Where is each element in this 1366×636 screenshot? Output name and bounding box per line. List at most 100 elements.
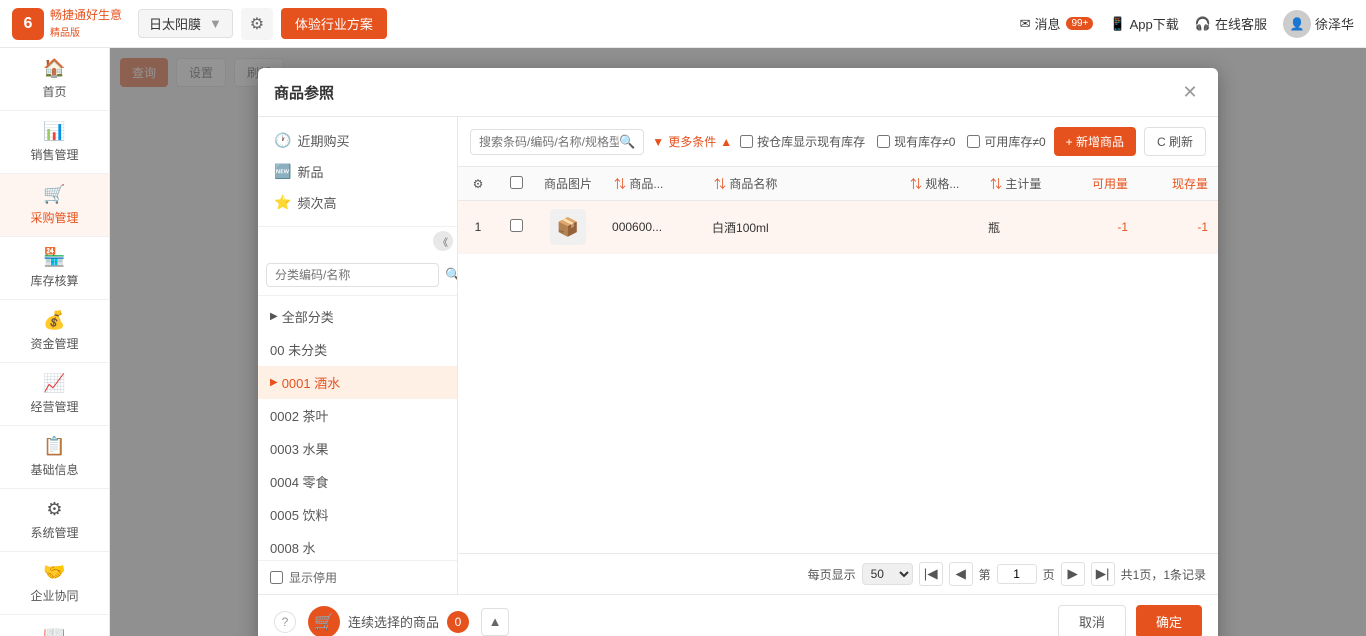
gear-icon: ⚙ — [250, 14, 264, 34]
filter-stock-neq0-cb[interactable] — [877, 135, 890, 148]
category-search-input[interactable] — [266, 263, 439, 287]
sidebar-item-system[interactable]: ⚙ 系统管理 — [0, 489, 109, 552]
page-size-select[interactable]: 20 50 100 — [862, 563, 913, 585]
checkbox-column-header — [498, 167, 534, 201]
help-icon-btn[interactable]: ? — [274, 611, 296, 633]
collapse-footer-btn[interactable]: ▲ — [481, 608, 509, 636]
page-size-label: 每页显示 — [808, 566, 856, 583]
mobile-icon: 📱 — [1109, 16, 1125, 32]
add-product-button[interactable]: + 新增商品 — [1054, 127, 1136, 156]
cart-icon: 🛒 — [308, 606, 340, 636]
sidebar-item-basics[interactable]: 📋 基础信息 — [0, 426, 109, 489]
new-products-label: 新品 — [297, 162, 323, 181]
modal-dialog: 商品参照 ✕ 🕐 近期购买 — [258, 68, 1218, 636]
unit-column-header[interactable]: ⇅ 主计量 — [978, 167, 1058, 201]
sidebar: 🏠 首页 📊 销售管理 🛒 采购管理 🏪 库存核算 💰 资金管理 📈 经营管理 … — [0, 48, 110, 636]
category-search-icon[interactable]: 🔍 — [445, 267, 458, 283]
gear-button[interactable]: ⚙ — [241, 8, 273, 40]
clock-icon: 🕐 — [274, 132, 291, 149]
message-label: 消息 — [1034, 14, 1060, 33]
basics-icon: 📋 — [43, 436, 65, 457]
name-column-header[interactable]: ⇅ 商品名称 — [702, 167, 898, 201]
cat-item-0001[interactable]: ▶ 0001 酒水 — [258, 366, 457, 399]
sidebar-label-basics: 基础信息 — [30, 461, 78, 478]
operations-icon: 📈 — [43, 373, 65, 394]
cancel-button[interactable]: 取消 — [1058, 605, 1126, 636]
row-avail-cell: -1 — [1058, 201, 1138, 254]
table-header-row: ⚙ 商品图片 ⇅ — [458, 167, 1218, 201]
trial-button[interactable]: 体验行业方案 — [281, 8, 387, 39]
message-btn[interactable]: ✉ 消息 99+ — [1020, 14, 1094, 33]
table-row[interactable]: 1 📦 000600... — [458, 201, 1218, 254]
cat-item-0005[interactable]: 0005 饮料 — [258, 498, 457, 531]
recent-purchase-btn[interactable]: 🕐 近期购买 — [266, 125, 449, 156]
product-table: ⚙ 商品图片 ⇅ — [458, 167, 1218, 254]
last-page-btn[interactable]: ▶| — [1091, 562, 1115, 586]
sidebar-label-finance: 资金管理 — [30, 335, 78, 352]
table-body: 1 📦 000600... — [458, 201, 1218, 254]
filter-more-btn[interactable]: ▼ 更多条件 ▲ — [652, 133, 732, 150]
modal-header: 商品参照 ✕ — [258, 68, 1218, 117]
sidebar-item-home[interactable]: 🏠 首页 — [0, 48, 109, 111]
row-checkbox-cell[interactable] — [498, 201, 534, 254]
category-search-area: 🔍 — [258, 255, 457, 296]
chevron-up-footer-icon: ▲ — [489, 614, 502, 629]
row-checkbox[interactable] — [510, 219, 523, 232]
pagination: 每页显示 20 50 100 |◀ ◀ 第 页 ▶ — [458, 553, 1218, 594]
filter-option-1[interactable]: 按仓库显示现有库存 — [740, 133, 865, 150]
sidebar-item-guide[interactable]: 📖 新手引导 — [0, 615, 109, 636]
sidebar-item-sales[interactable]: 📊 销售管理 — [0, 111, 109, 174]
frequent-label: 频次高 — [297, 193, 336, 212]
show-disabled-label[interactable]: 显示停用 — [289, 569, 337, 586]
filter-avail-neq0-cb[interactable] — [967, 135, 980, 148]
cart-count: 0 — [447, 611, 469, 633]
cat-item-0004[interactable]: 0004 零食 — [258, 465, 457, 498]
cat-item-0005-label: 0005 饮料 — [270, 505, 329, 524]
stock-col-label: 现存量 — [1172, 177, 1208, 191]
frequent-btn[interactable]: ⭐ 频次高 — [266, 187, 449, 218]
filter-warehouse-cb[interactable] — [740, 135, 753, 148]
product-search-icon[interactable]: 🔍 — [619, 134, 635, 150]
first-page-btn[interactable]: |◀ — [919, 562, 943, 586]
new-products-btn[interactable]: 🆕 新品 — [266, 156, 449, 187]
service-btn[interactable]: 🎧 在线客服 — [1195, 14, 1267, 33]
sidebar-item-finance[interactable]: 💰 资金管理 — [0, 300, 109, 363]
confirm-button[interactable]: 确定 — [1136, 605, 1202, 636]
settings-column-header[interactable]: ⚙ — [458, 167, 498, 201]
cat-item-all[interactable]: ▶ 全部分类 — [258, 300, 457, 333]
filter-option-3[interactable]: 可用库存≠0 — [967, 133, 1045, 150]
cat-item-00[interactable]: 00 未分类 — [258, 333, 457, 366]
sidebar-item-inventory[interactable]: 🏪 库存核算 — [0, 237, 109, 300]
prev-page-btn[interactable]: ◀ — [949, 562, 973, 586]
page-number-input[interactable] — [997, 564, 1037, 584]
spec-col-label: 规格... — [925, 177, 959, 191]
row-unit-cell: 瓶 — [978, 201, 1058, 254]
product-image: 📦 — [550, 209, 586, 245]
finance-icon: 💰 — [43, 310, 65, 331]
modal-close-button[interactable]: ✕ — [1178, 80, 1202, 104]
filter-stock-neq0-label: 现有库存≠0 — [894, 133, 955, 150]
home-icon: 🏠 — [43, 58, 65, 79]
store-selector[interactable]: 日太阳膜 ▼ — [138, 9, 233, 38]
cat-item-0003[interactable]: 0003 水果 — [258, 432, 457, 465]
refresh-button[interactable]: C 刷新 — [1144, 127, 1206, 156]
select-all-checkbox[interactable] — [510, 176, 523, 189]
code-column-header[interactable]: ⇅ 商品... — [602, 167, 702, 201]
sidebar-item-purchase[interactable]: 🛒 采购管理 — [0, 174, 109, 237]
message-badge: 99+ — [1066, 17, 1093, 30]
sidebar-item-operations[interactable]: 📈 经营管理 — [0, 363, 109, 426]
row-code-cell: 000600... — [602, 201, 702, 254]
product-search-input[interactable] — [479, 135, 619, 149]
show-disabled-checkbox[interactable] — [270, 571, 283, 584]
user-area[interactable]: 👤 徐泽华 — [1283, 10, 1354, 38]
page-word: 第 — [979, 566, 991, 583]
cat-item-0002[interactable]: 0002 茶叶 — [258, 399, 457, 432]
collapse-panel-btn[interactable]: 《 — [433, 231, 453, 251]
filter-option-2[interactable]: 现有库存≠0 — [877, 133, 955, 150]
app-download-btn[interactable]: 📱 App下载 — [1109, 14, 1178, 33]
spec-column-header[interactable]: ⇅ 规格... — [898, 167, 978, 201]
sidebar-item-collab[interactable]: 🤝 企业协同 — [0, 552, 109, 615]
arrow-active-icon: ▶ — [270, 377, 278, 388]
next-page-btn[interactable]: ▶ — [1061, 562, 1085, 586]
cat-item-0008[interactable]: 0008 水 — [258, 531, 457, 560]
